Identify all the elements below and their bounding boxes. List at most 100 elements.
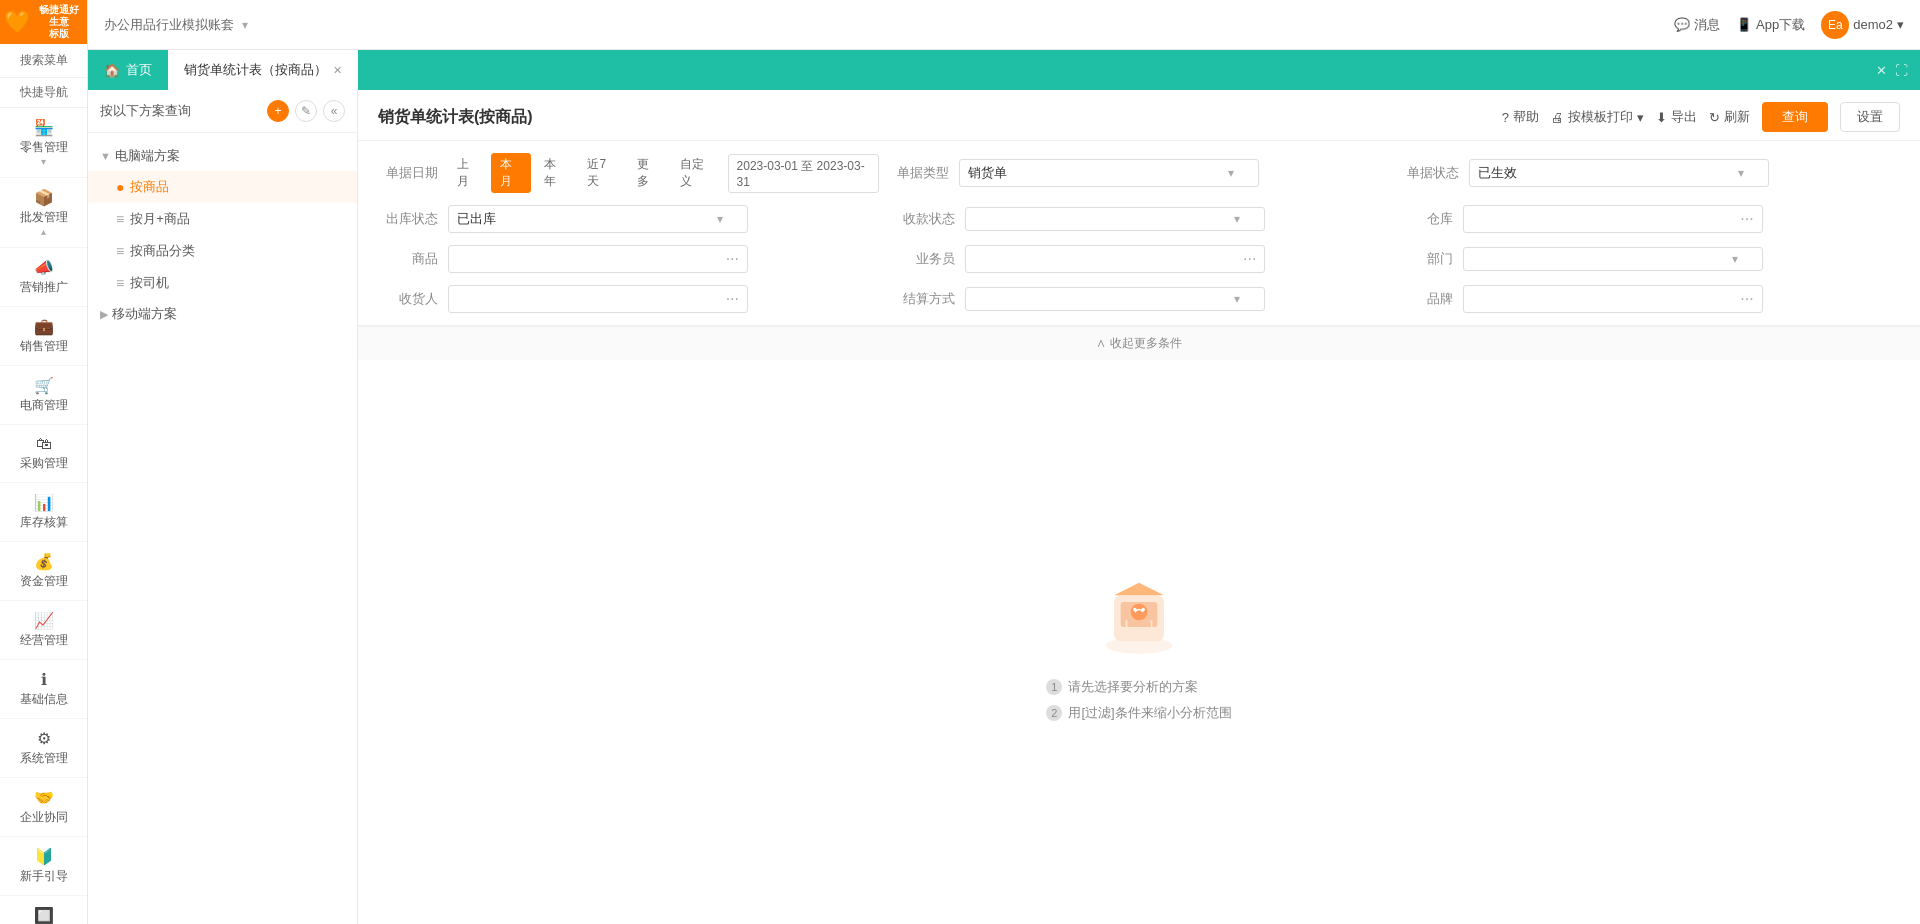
settings-button[interactable]: 设置 — [1840, 102, 1900, 132]
sidebar-item-wholesale[interactable]: 📦 批发管理 ▴ — [0, 178, 87, 248]
stock-out-select[interactable]: 已出库 ▾ — [448, 205, 748, 233]
receipt-status-select[interactable]: ▾ — [965, 207, 1265, 231]
print-dropdown-icon[interactable]: ▾ — [1637, 110, 1644, 125]
brand-input[interactable]: ··· — [1463, 285, 1763, 313]
collapse-bar[interactable]: ∧ 收起更多条件 — [358, 326, 1920, 360]
app-download-label: App下载 — [1756, 16, 1805, 34]
receipt-chevron: ▾ — [1234, 212, 1240, 226]
receiver-dots[interactable]: ··· — [726, 290, 739, 308]
tree-section: ▼ 电脑端方案 ● 按商品 ≡ 按月+商品 ≡ 按商品分类 ≡ 按司机 — [88, 133, 357, 337]
sidebar-item-apps[interactable]: 🔲 应用中心 — [0, 896, 87, 924]
filter-row-3: 商品 ··· 业务员 ··· 部门 — [378, 245, 1900, 273]
date-tab-this-year[interactable]: 本年 — [535, 153, 574, 193]
department-select[interactable]: ▾ — [1463, 247, 1763, 271]
content-area: 按以下方案查询 + ✎ « ▼ 电脑端方案 ● 按商品 ≡ 按月+ — [88, 90, 1920, 924]
sidebar-item-operations[interactable]: 📈 经营管理 — [0, 601, 87, 660]
maximize-icon[interactable]: ⛶ — [1895, 63, 1908, 78]
bill-type-label: 单据类型 — [879, 164, 959, 182]
tab-close-button[interactable]: ✕ — [333, 64, 342, 77]
message-button[interactable]: 💬 消息 — [1674, 16, 1720, 34]
sidebar-item-inventory[interactable]: 📊 库存核算 — [0, 483, 87, 542]
retail-icon: 🏪 — [34, 118, 54, 137]
date-tab-more[interactable]: 更多 — [628, 153, 667, 193]
filter-row-4: 收货人 ··· 结算方式 ▾ 品牌 — [378, 285, 1900, 313]
date-range-input[interactable]: 2023-03-01 至 2023-03-31 — [728, 154, 879, 193]
tree-child-by-driver[interactable]: ≡ 按司机 — [88, 267, 357, 299]
sidebar-item-enterprise[interactable]: 🤝 企业协同 — [0, 778, 87, 837]
tree-expand-icon: ▼ — [100, 150, 111, 162]
payment-select[interactable]: ▾ — [965, 287, 1265, 311]
sidebar-item-retail[interactable]: 🏪 零售管理 ▾ — [0, 108, 87, 178]
sidebar-item-label: 库存核算 — [20, 514, 68, 531]
tree-child-by-month-product[interactable]: ≡ 按月+商品 — [88, 203, 357, 235]
company-title: 办公用品行业模拟账套 — [104, 16, 234, 34]
salesperson-input[interactable]: ··· — [965, 245, 1265, 273]
date-tab-this-month[interactable]: 本月 — [491, 153, 530, 193]
company-dropdown[interactable]: ▾ — [242, 18, 248, 32]
sidebar-item-basics[interactable]: ℹ 基础信息 — [0, 660, 87, 719]
product-input[interactable]: ··· — [448, 245, 748, 273]
date-tabs: 上月 本月 本年 近7天 更多 自定义 — [448, 153, 722, 193]
user-menu[interactable]: Ea demo2 ▾ — [1821, 11, 1904, 39]
bill-type-select[interactable]: 销货单 ▾ — [959, 159, 1259, 187]
operations-icon: 📈 — [34, 611, 54, 630]
sidebar-item-system[interactable]: ⚙ 系统管理 — [0, 719, 87, 778]
date-tab-last-7days[interactable]: 近7天 — [578, 153, 623, 193]
tab-sales-report[interactable]: 销货单统计表（按商品） ✕ — [168, 50, 358, 90]
tab-home[interactable]: 🏠 首页 — [88, 50, 168, 90]
query-button[interactable]: 查询 — [1762, 102, 1828, 132]
header-right: 💬 消息 📱 App下载 Ea demo2 ▾ — [1674, 11, 1904, 39]
collapse-label: ∧ 收起更多条件 — [1096, 336, 1181, 350]
edit-scheme-button[interactable]: ✎ — [295, 100, 317, 122]
tree-child-by-product[interactable]: ● 按商品 — [88, 171, 357, 203]
tree-child-by-category[interactable]: ≡ 按商品分类 — [88, 235, 357, 267]
export-label: 导出 — [1671, 108, 1697, 126]
department-value: ▾ — [1463, 247, 1900, 271]
sidebar-item-purchase[interactable]: 🛍 采购管理 — [0, 425, 87, 483]
message-label: 消息 — [1694, 16, 1720, 34]
receipt-status-value: ▾ — [965, 207, 1402, 231]
tab-maximize-controls: ✕ ⛶ — [1864, 50, 1920, 90]
sidebar-item-label: 销售管理 — [20, 338, 68, 355]
print-button[interactable]: 🖨 按模板打印 ▾ — [1551, 108, 1644, 126]
chevron-icon: ▴ — [41, 226, 46, 237]
basics-icon: ℹ — [41, 670, 47, 689]
sidebar-item-ecommerce[interactable]: 🛒 电商管理 — [0, 366, 87, 425]
sidebar-item-label: 零售管理 — [20, 139, 68, 156]
stock-out-chevron: ▾ — [717, 212, 723, 226]
sidebar-item-marketing[interactable]: 📣 营销推广 — [0, 248, 87, 307]
sidebar-item-guide[interactable]: 🔰 新手引导 — [0, 837, 87, 896]
sidebar-item-sales[interactable]: 💼 销售管理 — [0, 307, 87, 366]
receiver-input[interactable]: ··· — [448, 285, 748, 313]
apps-icon: 🔲 — [34, 906, 54, 924]
sidebar-item-finance[interactable]: 💰 资金管理 — [0, 542, 87, 601]
tab-home-label: 首页 — [126, 61, 152, 79]
tree-parent-mobile[interactable]: ▶ 移动端方案 — [88, 299, 357, 329]
export-button[interactable]: ⬇ 导出 — [1656, 108, 1697, 126]
tree-child-label: 按商品分类 — [130, 242, 195, 260]
tree-child-label: 按商品 — [130, 178, 169, 196]
warehouse-dots[interactable]: ··· — [1740, 210, 1753, 228]
collapse-panel-button[interactable]: « — [323, 100, 345, 122]
help-button[interactable]: ? 帮助 — [1502, 108, 1539, 126]
close-window-icon[interactable]: ✕ — [1876, 63, 1887, 78]
chevron-icon: ▾ — [41, 156, 46, 167]
salesperson-dots[interactable]: ··· — [1243, 250, 1256, 268]
refresh-button[interactable]: ↻ 刷新 — [1709, 108, 1750, 126]
product-dots[interactable]: ··· — [726, 250, 739, 268]
export-icon: ⬇ — [1656, 110, 1667, 125]
tree-parent-desktop[interactable]: ▼ 电脑端方案 — [88, 141, 357, 171]
app-download-button[interactable]: 📱 App下载 — [1736, 16, 1805, 34]
quick-nav[interactable]: 快捷导航 — [0, 78, 87, 108]
sidebar-item-label: 基础信息 — [20, 691, 68, 708]
bill-status-select[interactable]: 已生效 ▾ — [1469, 159, 1769, 187]
search-menu[interactable]: 搜索菜单 — [0, 44, 87, 78]
date-tab-last-month[interactable]: 上月 — [448, 153, 487, 193]
sidebar-item-label: 系统管理 — [20, 750, 68, 767]
brand-dots[interactable]: ··· — [1740, 290, 1753, 308]
svg-point-5 — [1142, 608, 1145, 611]
warehouse-input[interactable]: ··· — [1463, 205, 1763, 233]
sidebar-item-label: 新手引导 — [20, 868, 68, 885]
date-tab-custom[interactable]: 自定义 — [671, 153, 721, 193]
add-scheme-button[interactable]: + — [267, 100, 289, 122]
